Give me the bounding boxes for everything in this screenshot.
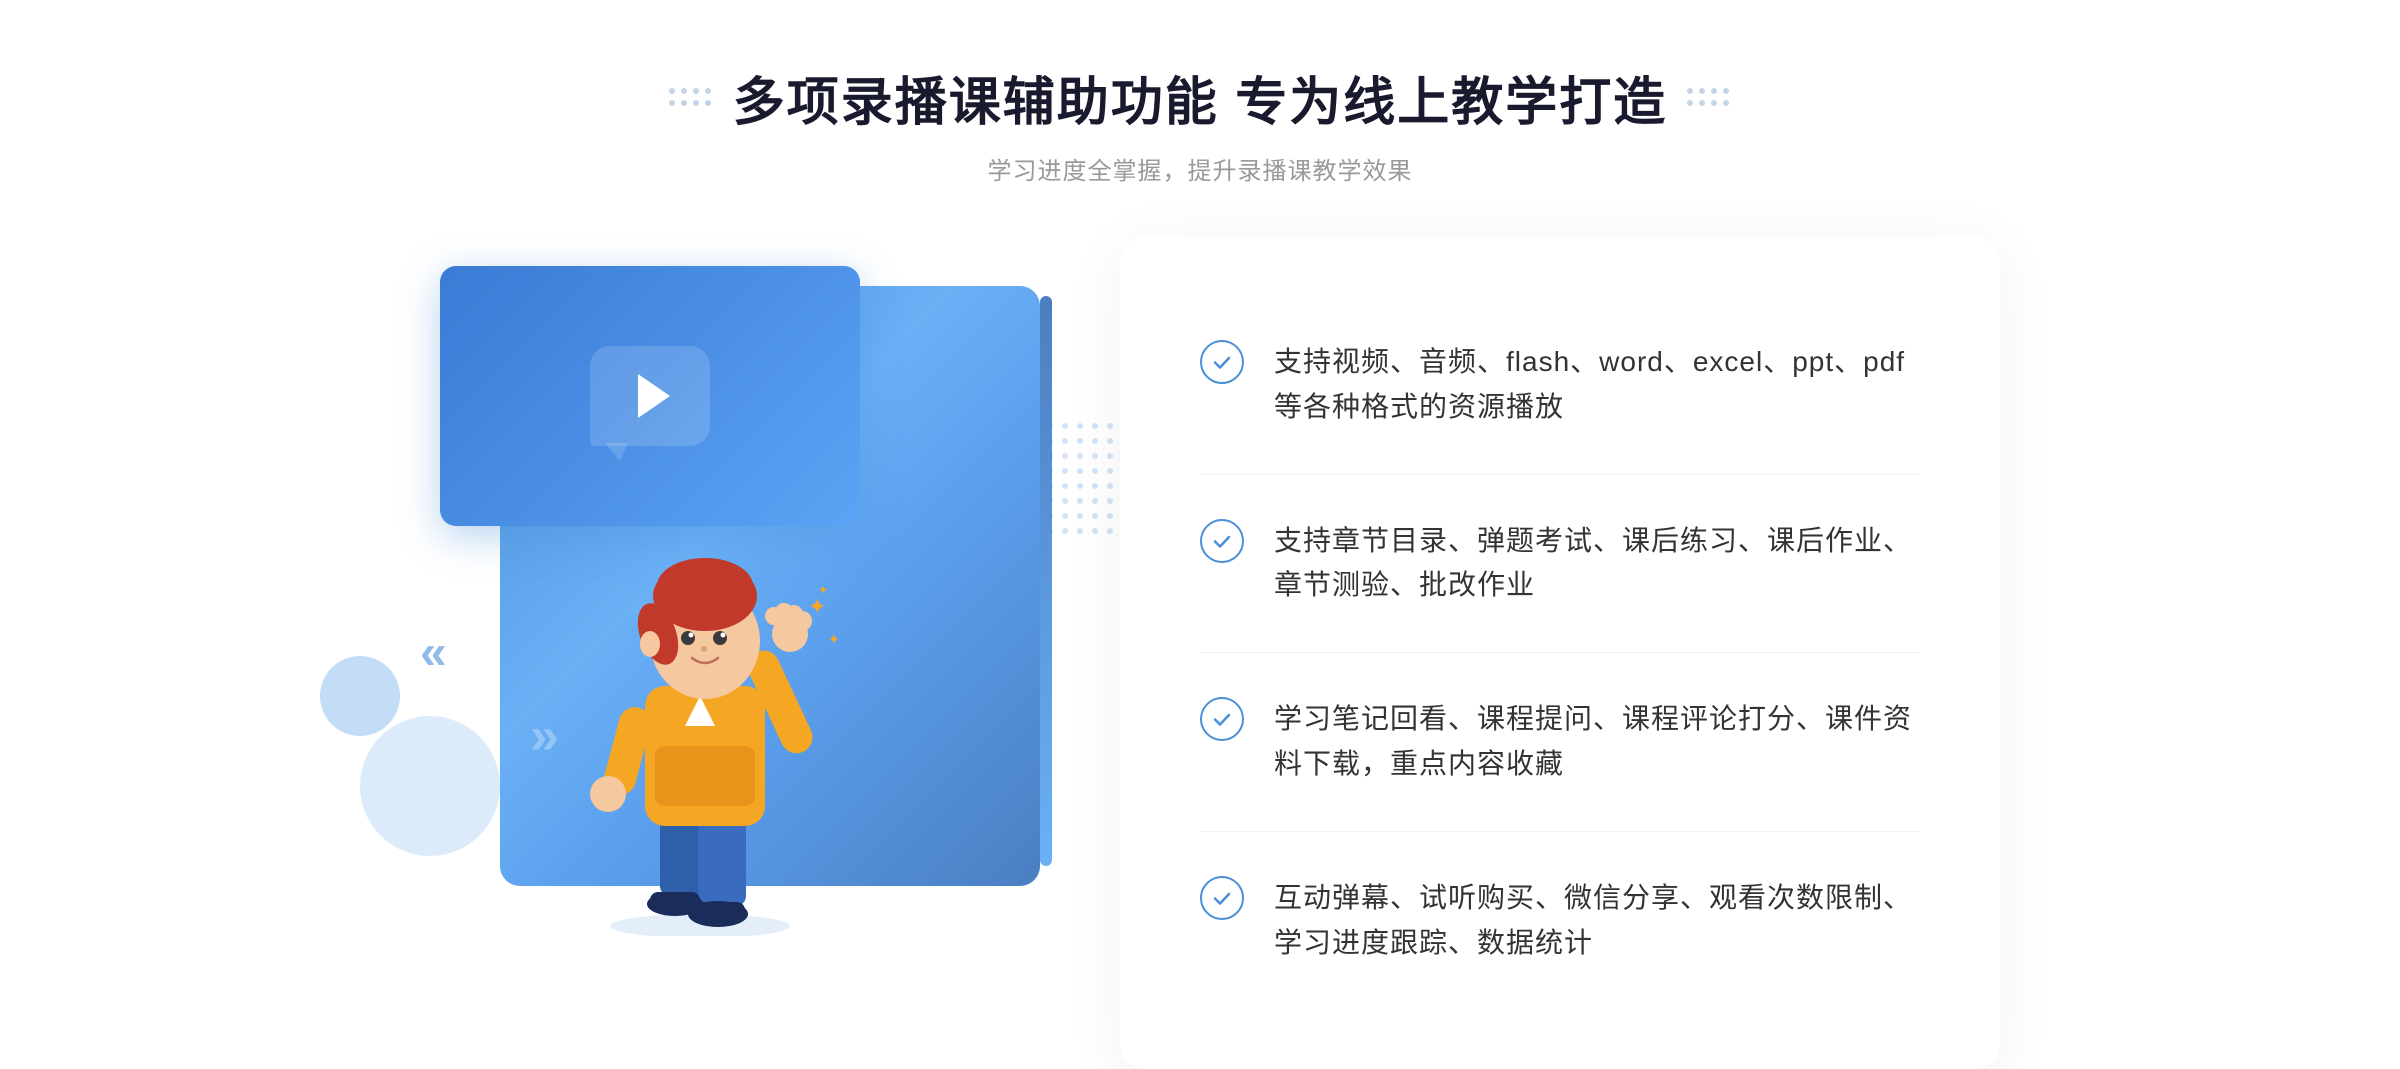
page-subtitle: 学习进度全掌握，提升录播课教学效果 bbox=[669, 151, 1731, 186]
feature-text-4: 互动弹幕、试听购买、微信分享、观看次数限制、学习进度跟踪、数据统计 bbox=[1274, 876, 1920, 966]
feature-text-1: 支持视频、音频、flash、word、excel、ppt、pdf等各种格式的资源… bbox=[1274, 340, 1920, 430]
play-bubble bbox=[590, 346, 710, 446]
svg-text:✦: ✦ bbox=[808, 594, 826, 619]
page-wrapper: 多项录播课辅助功能 专为线上教学打造 学习进度全掌握，提升录播课教学效果 « bbox=[0, 0, 2400, 974]
play-button-container bbox=[590, 346, 710, 446]
decorative-dots-left bbox=[669, 88, 713, 108]
check-icon-3 bbox=[1200, 697, 1244, 741]
nav-arrow-left[interactable]: « bbox=[420, 625, 447, 680]
svg-text:✦: ✦ bbox=[818, 583, 828, 597]
feature-item: 互动弹幕、试听购买、微信分享、观看次数限制、学习进度跟踪、数据统计 bbox=[1200, 832, 1920, 1010]
check-icon-4 bbox=[1200, 876, 1244, 920]
content-area: « bbox=[400, 236, 2000, 1069]
check-icon-1 bbox=[1200, 340, 1244, 384]
page-title: 多项录播课辅助功能 专为线上教学打造 bbox=[733, 60, 1667, 135]
check-icon-2 bbox=[1200, 519, 1244, 563]
svg-text:✦: ✦ bbox=[828, 631, 840, 647]
play-triangle bbox=[638, 374, 670, 418]
circle-large bbox=[360, 716, 500, 856]
decorative-dots-right bbox=[1687, 88, 1731, 108]
blue-accent-bar bbox=[1040, 296, 1052, 866]
feature-item: 支持章节目录、弹题考试、课后练习、课后作业、章节测验、批改作业 bbox=[1200, 475, 1920, 654]
circle-medium bbox=[320, 656, 400, 736]
feature-item: 支持视频、音频、flash、word、excel、ppt、pdf等各种格式的资源… bbox=[1200, 296, 1920, 475]
stripe-pattern bbox=[1040, 416, 1120, 541]
feature-item: 学习笔记回看、课程提问、课程评论打分、课件资料下载，重点内容收藏 bbox=[1200, 653, 1920, 832]
feature-text-2: 支持章节目录、弹题考试、课后练习、课后作业、章节测验、批改作业 bbox=[1274, 519, 1920, 609]
features-panel: 支持视频、音频、flash、word、excel、ppt、pdf等各种格式的资源… bbox=[1120, 236, 2000, 1069]
character-illustration: ✦ ✦ ✦ bbox=[550, 486, 850, 936]
feature-text-3: 学习笔记回看、课程提问、课程评论打分、课件资料下载，重点内容收藏 bbox=[1274, 697, 1920, 787]
header-title-row: 多项录播课辅助功能 专为线上教学打造 bbox=[669, 60, 1731, 135]
header-section: 多项录播课辅助功能 专为线上教学打造 学习进度全掌握，提升录播课教学效果 bbox=[669, 60, 1731, 186]
illustration-wrapper: » bbox=[400, 236, 1100, 936]
